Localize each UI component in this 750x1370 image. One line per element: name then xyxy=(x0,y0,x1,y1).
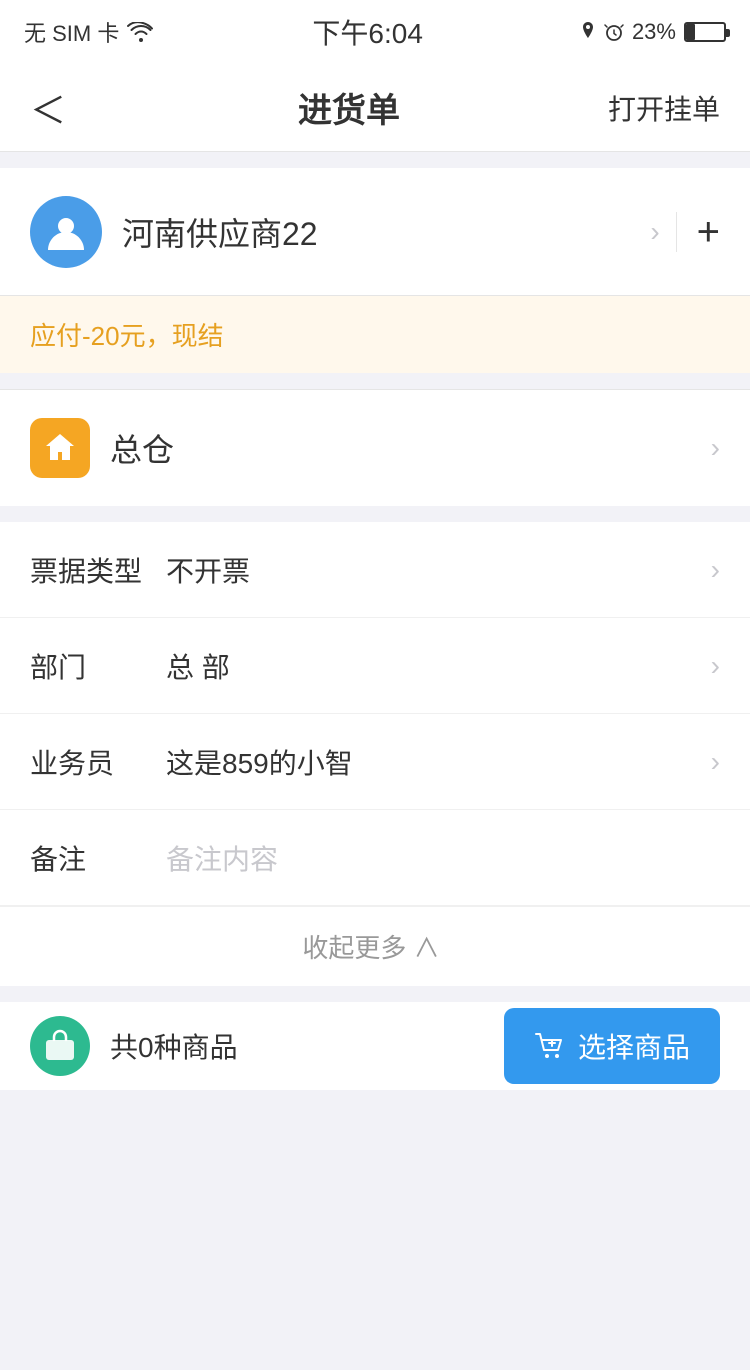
avatar xyxy=(30,196,102,268)
invoice-label: 票据类型 xyxy=(30,550,150,590)
staff-label: 业务员 xyxy=(30,742,150,782)
top-divider xyxy=(0,152,750,168)
dept-value: 总 部 xyxy=(150,646,711,686)
select-product-button[interactable]: 选择商品 xyxy=(504,1008,720,1084)
product-count-area: 共0种商品 xyxy=(30,1016,238,1076)
add-supplier-button[interactable]: + xyxy=(676,212,720,252)
cart-icon xyxy=(534,1030,566,1062)
form-section: 票据类型 不开票 › 部门 总 部 › 业务员 这是859的小智 › 备注 备注… xyxy=(0,522,750,986)
staff-value: 这是859的小智 xyxy=(150,742,711,782)
notice-text: 应付-20元，现结 xyxy=(30,321,224,351)
product-icon xyxy=(42,1028,78,1064)
warehouse-row[interactable]: 总仓 › xyxy=(0,389,750,506)
battery-percent: 23% xyxy=(632,19,676,45)
select-product-label: 选择商品 xyxy=(578,1026,690,1066)
status-icons: 23% xyxy=(580,19,726,45)
remark-label: 备注 xyxy=(30,838,150,878)
bottom-fill xyxy=(0,1090,750,1370)
warehouse-icon xyxy=(42,430,78,466)
warehouse-icon-wrap xyxy=(30,418,90,478)
warehouse-name: 总仓 xyxy=(110,425,711,471)
page-title: 进货单 xyxy=(298,83,400,132)
collapse-label: 收起更多 ∧ xyxy=(302,928,439,965)
location-icon xyxy=(580,22,596,42)
open-pending-button[interactable]: 打开挂单 xyxy=(608,88,720,128)
staff-row[interactable]: 业务员 这是859的小智 › xyxy=(0,714,750,810)
warehouse-section: 总仓 › xyxy=(0,389,750,506)
status-time: 下午6:04 xyxy=(312,12,423,52)
dept-label: 部门 xyxy=(30,646,150,686)
product-count-text: 共0种商品 xyxy=(110,1026,238,1066)
status-bar: 无 SIM 卡 下午6:04 23% xyxy=(0,0,750,64)
person-icon xyxy=(44,210,88,254)
carrier-text: 无 SIM 卡 xyxy=(24,16,119,48)
dept-chevron-icon: › xyxy=(711,650,720,682)
alarm-icon xyxy=(604,22,624,42)
battery-icon xyxy=(684,22,726,42)
warehouse-chevron-icon: › xyxy=(711,432,720,464)
supplier-row[interactable]: 河南供应商22 › + xyxy=(0,168,750,296)
supplier-section: 河南供应商22 › + 应付-20元，现结 xyxy=(0,168,750,373)
staff-chevron-icon: › xyxy=(711,746,720,778)
supplier-name: 河南供应商22 xyxy=(122,209,318,255)
product-icon-wrap xyxy=(30,1016,90,1076)
wifi-icon xyxy=(127,22,155,42)
remark-row[interactable]: 备注 备注内容 xyxy=(0,810,750,906)
status-carrier: 无 SIM 卡 xyxy=(24,16,155,48)
supplier-left: 河南供应商22 xyxy=(30,196,650,268)
supplier-chevron-icon: › xyxy=(650,216,659,248)
invoice-value: 不开票 xyxy=(150,550,711,590)
dept-row[interactable]: 部门 总 部 › xyxy=(0,618,750,714)
bottom-bar: 共0种商品 选择商品 xyxy=(0,1002,750,1090)
invoice-row[interactable]: 票据类型 不开票 › xyxy=(0,522,750,618)
back-button[interactable]: ＜ xyxy=(30,82,90,134)
nav-bar: ＜ 进货单 打开挂单 xyxy=(0,64,750,152)
invoice-chevron-icon: › xyxy=(711,554,720,586)
collapse-button[interactable]: 收起更多 ∧ xyxy=(0,906,750,986)
remark-input[interactable]: 备注内容 xyxy=(150,838,720,878)
notice-banner: 应付-20元，现结 xyxy=(0,296,750,373)
